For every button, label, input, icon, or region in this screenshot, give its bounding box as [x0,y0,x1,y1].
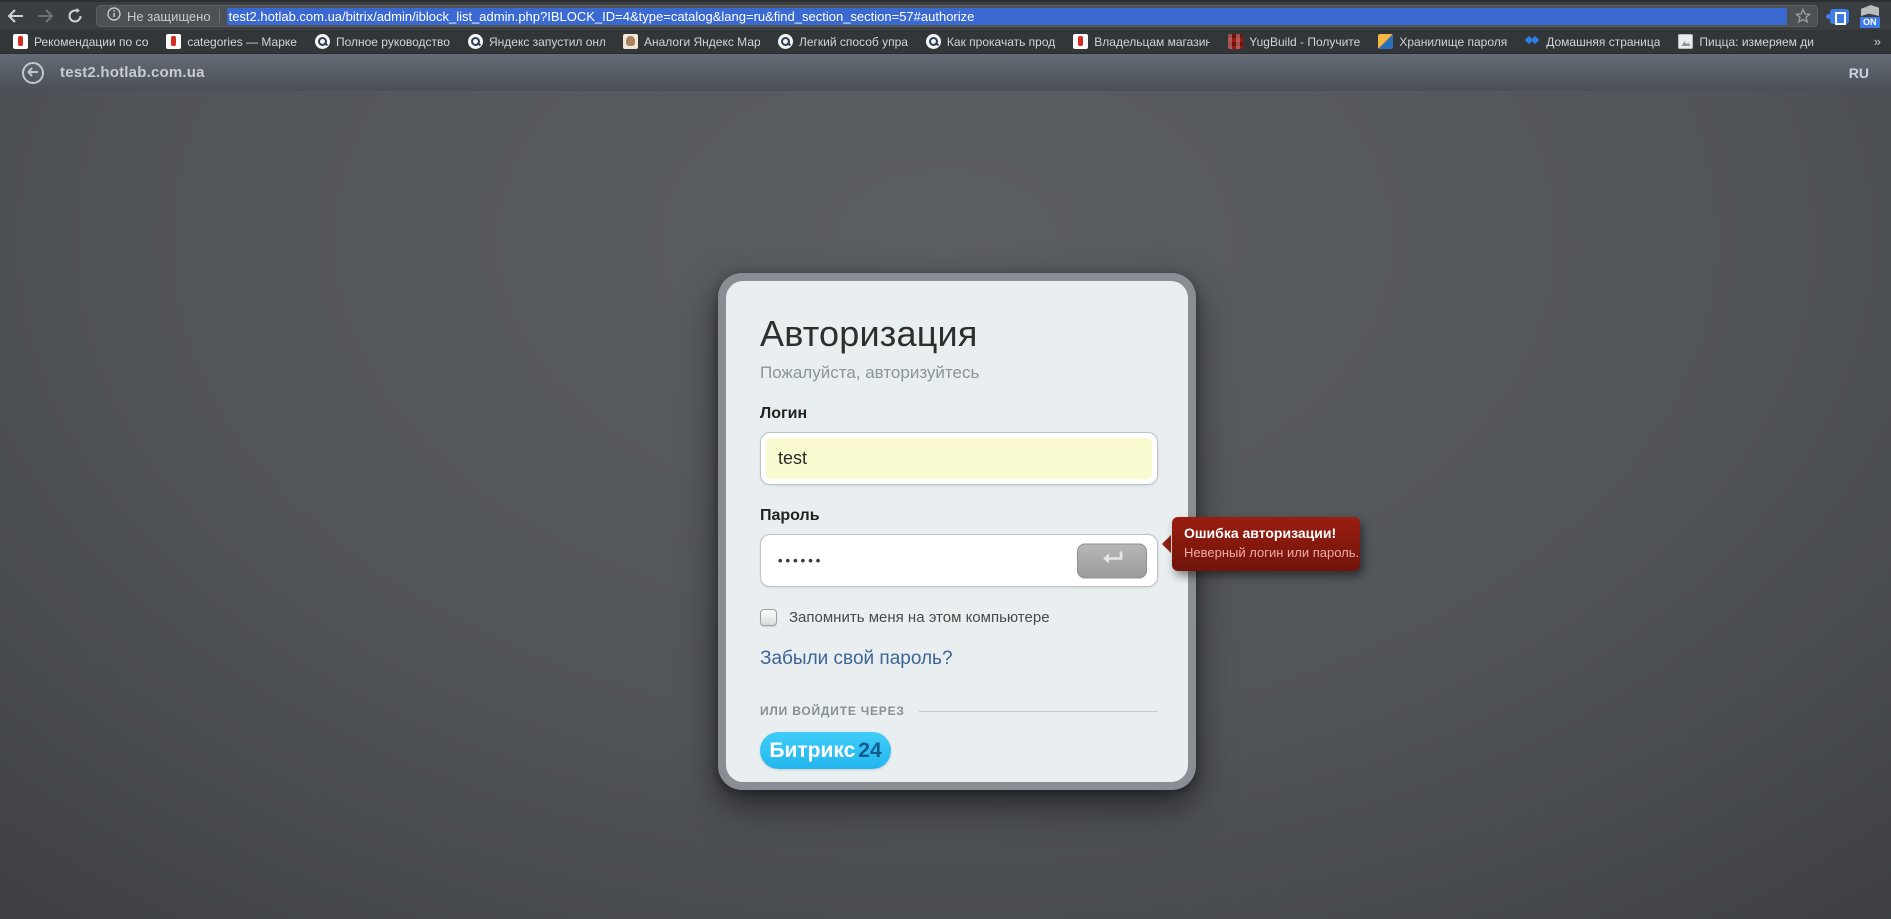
bookmark-item[interactable]: Хранилище пароля [1369,30,1516,53]
bookmark-label: Домашняя страница [1546,34,1661,49]
bookmark-label: categories — Марке [187,34,297,49]
divider-line [918,710,1158,712]
auth-card: Авторизация Пожалуйста, авторизуйтесь Ло… [718,273,1196,790]
browser-toolbar: Не защищено test2.hotlab.com.ua/bitrix/a… [0,0,1891,30]
auth-card-inner: Авторизация Пожалуйста, авторизуйтесь Ло… [726,281,1188,782]
security-chip[interactable]: Не защищено [103,6,219,26]
bookmark-favicon [13,34,28,49]
bookmark-favicon [1525,34,1540,49]
bookmark-item[interactable]: Легкий способ упра [769,30,917,53]
remember-me-row[interactable]: Запомнить меня на этом компьютере [760,609,1158,626]
extension-tag-icon[interactable] [1826,8,1849,25]
submit-login-button[interactable] [1077,543,1147,578]
password-label: Пароль [760,507,820,524]
back-icon [7,9,24,23]
bookmark-favicon [1073,34,1089,49]
divider-label: ИЛИ ВОЙДИТЕ ЧЕРЕЗ [760,704,905,718]
bookmark-item[interactable]: Домашняя страница [1516,30,1669,53]
auth-error-tooltip: Ошибка авторизации! Неверный логин или п… [1162,517,1360,571]
address-bar[interactable]: Не защищено test2.hotlab.com.ua/bitrix/a… [96,5,1818,27]
extensions-area: ON [1826,4,1891,28]
bitrix-brand-text: Битрикс [769,738,856,762]
bookmark-favicon [314,34,330,49]
bookmark-label: Рекомендации по со [34,34,149,49]
bookmark-favicon [166,34,182,49]
login-input[interactable]: test [766,438,1152,479]
bookmark-item[interactable]: Владельцам магазин [1064,30,1219,53]
extension-flag-icon[interactable]: ON [1859,4,1881,28]
bookmark-favicon [925,34,941,49]
flag-icon [1861,5,1879,16]
url-input[interactable]: test2.hotlab.com.ua/bitrix/admin/iblock_… [226,7,1787,25]
bookmark-item[interactable]: Аналоги Яндекс Мар [614,30,769,53]
bookmark-label: YugBuild - Получите [1249,34,1361,49]
forgot-password-link[interactable]: Забыли свой пароль? [760,648,953,670]
browser-window: Не защищено test2.hotlab.com.ua/bitrix/a… [0,0,1891,919]
login-label: Логин [760,405,808,422]
forward-icon [37,9,54,23]
bitrix24-login-button[interactable]: Битрикс 24 [760,732,891,769]
bookmark-item[interactable]: Полное руководство [306,30,459,53]
back-button[interactable] [0,3,30,29]
bookmark-label: Владельцам магазин [1094,34,1211,49]
forward-button[interactable] [30,3,60,29]
site-back-button[interactable] [22,61,44,84]
bookmark-label: Хранилище пароля [1399,34,1508,49]
security-label: Не защищено [127,8,211,24]
bookmark-item[interactable]: YugBuild - Получите [1219,30,1369,53]
info-icon [107,6,121,26]
login-field-frame: test [760,432,1158,485]
back-arrow-icon [27,64,39,82]
bookmark-item[interactable]: Пицца: измеряем ди [1669,30,1823,53]
bookmark-label: Пицца: измеряем ди [1699,34,1814,49]
auth-subtitle: Пожалуйста, авторизуйтесь [760,363,980,382]
refresh-icon [67,8,83,24]
bookmark-label: Как прокачать прод [946,34,1056,49]
bookmark-favicon [467,34,483,49]
bookmarks-overflow-chevron[interactable]: » [1868,34,1887,49]
error-message: Неверный логин или пароль. [1184,545,1360,560]
bookmark-label: Легкий способ упра [798,34,908,49]
bookmark-favicon [1228,34,1244,49]
bookmark-label: Яндекс запустил онл [488,34,605,49]
site-header: test2.hotlab.com.ua RU [0,53,1891,91]
site-domain[interactable]: test2.hotlab.com.ua [60,64,205,81]
extension-on-badge: ON [1860,17,1880,28]
bookmark-label: Полное руководство [335,34,450,49]
bookmarks-bar: Рекомендации по со categories — Марке По… [0,30,1891,53]
bookmark-favicon [1378,34,1394,49]
page-background: Авторизация Пожалуйста, авторизуйтесь Ло… [0,91,1891,919]
chip-divider [218,9,220,23]
bookmark-item[interactable]: Яндекс запустил онл [459,30,614,53]
bookmarks-list: Рекомендации по со categories — Марке По… [4,30,1823,53]
social-login-divider: ИЛИ ВОЙДИТЕ ЧЕРЕЗ [760,704,1158,718]
remember-me-label: Запомнить меня на этом компьютере [789,609,1050,626]
bookmark-favicon [777,34,793,49]
bookmark-favicon [1678,34,1694,49]
refresh-button[interactable] [60,3,90,29]
bookmark-item[interactable]: categories — Марке [157,30,306,53]
bitrix-number-text: 24 [858,738,882,762]
bookmark-item[interactable]: Рекомендации по со [4,30,157,53]
bookmark-label: Аналоги Яндекс Мар [643,34,760,49]
enter-arrow-icon [1099,550,1125,572]
bookmark-star-icon[interactable] [1795,8,1811,24]
error-title: Ошибка авторизации! [1184,525,1337,541]
remember-me-checkbox[interactable] [760,609,777,626]
language-switcher[interactable]: RU [1849,65,1869,81]
password-field-frame: •••••• [760,534,1158,587]
bookmark-item[interactable]: Как прокачать прод [917,30,1064,53]
auth-title: Авторизация [760,313,978,354]
bookmark-favicon [622,34,638,49]
